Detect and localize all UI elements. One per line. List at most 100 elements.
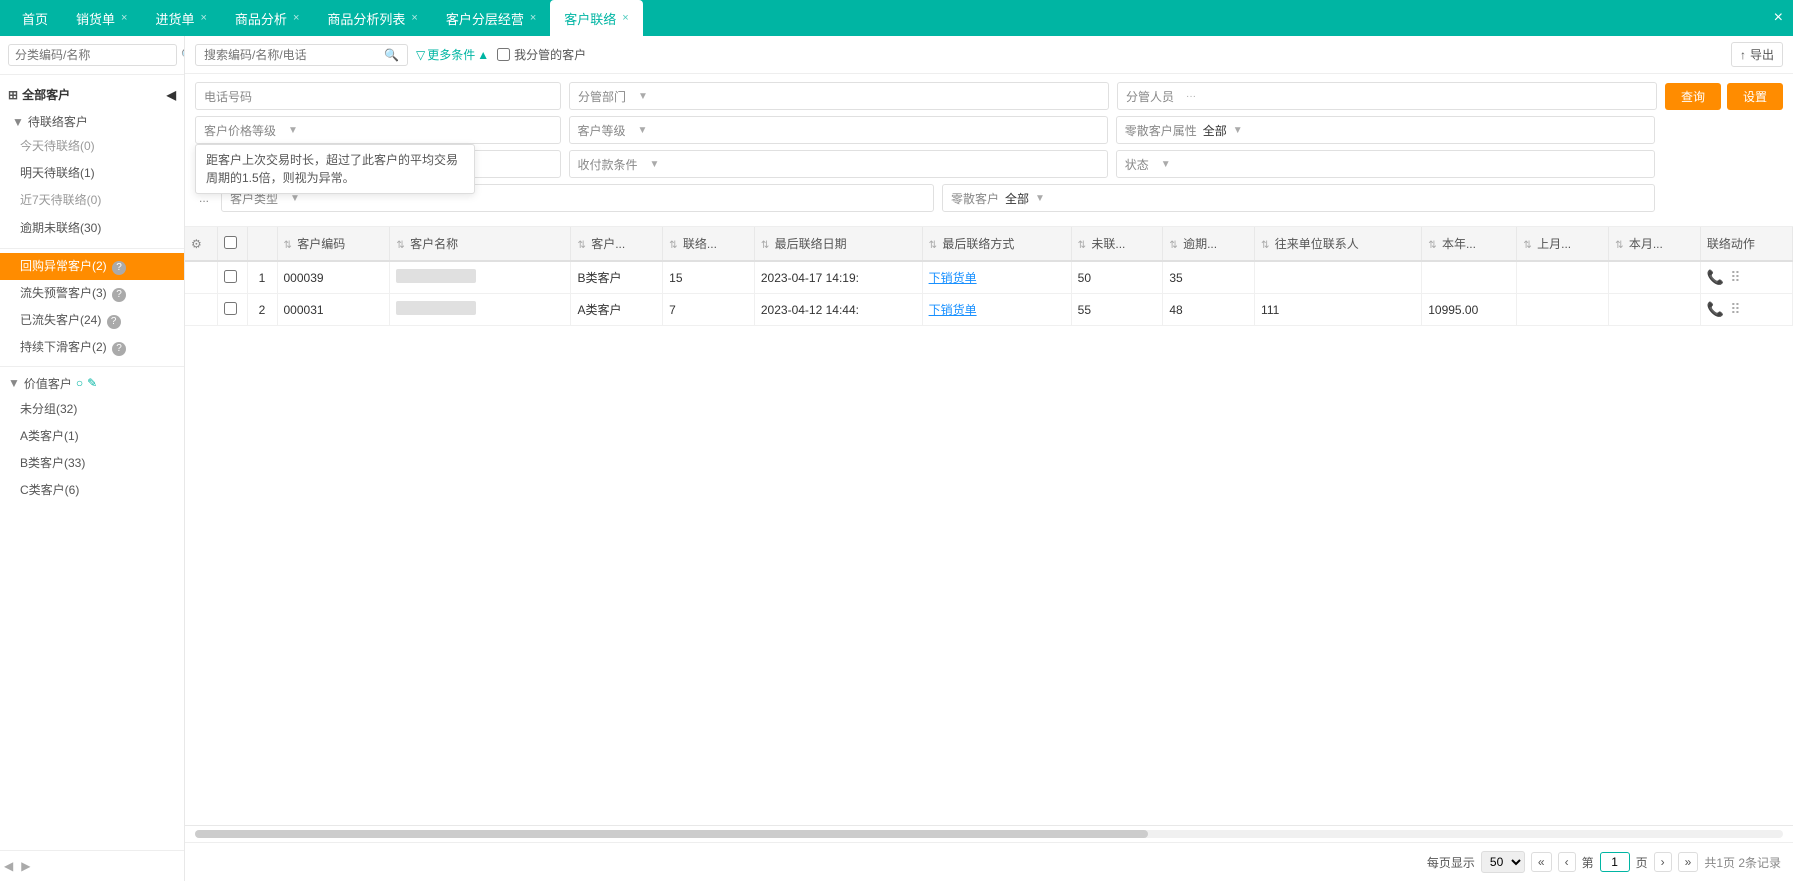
sidebar-item-a-class[interactable]: A类客户(1) (0, 423, 184, 450)
more-icon-1[interactable]: ⠿ (1730, 269, 1740, 286)
sidebar-group-value-title[interactable]: ▼ 价值客户 ○ ✎ (0, 371, 184, 396)
query-button[interactable]: 查询 (1665, 83, 1721, 110)
filter-phone[interactable]: 电话号码 (195, 82, 561, 110)
last-page-button[interactable]: » (1678, 852, 1699, 872)
row-checkbox-2[interactable] (224, 302, 237, 315)
sidebar-item-c-class[interactable]: C类客户(6) (0, 477, 184, 504)
sidebar-item-7days[interactable]: 近7天待联络(0) (0, 187, 184, 214)
filter-retail-attr[interactable]: 零散客户属性 全部 ▼ (1116, 116, 1655, 144)
settings-button[interactable]: 设置 (1727, 83, 1783, 110)
next-page-button[interactable]: › (1654, 852, 1672, 872)
sidebar-item-already-lost[interactable]: 已流失客户(24) ? (0, 307, 184, 334)
th-related-person[interactable]: 往来单位联系人 (1255, 227, 1422, 261)
page-label: 第 (1582, 854, 1594, 871)
last-method-link-1[interactable]: 下销货单 (929, 271, 977, 285)
tab-product-analysis[interactable]: 商品分析 × (221, 0, 313, 36)
close-icon[interactable]: × (411, 12, 417, 24)
last-method-link-2[interactable]: 下销货单 (929, 303, 977, 317)
help-icon-3[interactable]: ? (107, 315, 121, 329)
collapse-icon[interactable]: ◀ (167, 88, 176, 102)
filter-dept[interactable]: 分管部门 ▼ (569, 82, 1109, 110)
more-filter-button[interactable]: ▽ 更多条件 ▲ (416, 46, 489, 63)
sidebar-item-all-customers[interactable]: ⊞ 全部客户 ◀ (0, 81, 184, 108)
td-checkbox-1 (217, 261, 247, 294)
tab-sales-order[interactable]: 销货单 × (62, 0, 141, 36)
filter-customer-level[interactable]: 客户等级 ▼ (569, 116, 1108, 144)
row-checkbox-1[interactable] (224, 270, 237, 283)
td-overdue-2: 48 (1163, 294, 1255, 326)
close-icon[interactable]: × (293, 12, 299, 24)
help-icon[interactable]: ? (112, 261, 126, 275)
close-all-tabs-button[interactable]: × (1774, 9, 1783, 27)
th-name[interactable]: 客户名称 (390, 227, 571, 261)
action-icons-2: 📞 ⠿ (1707, 301, 1786, 318)
th-this-month[interactable]: 本月... (1609, 227, 1701, 261)
name-blurred-2 (396, 301, 476, 315)
filter-status[interactable]: 状态 ▼ (1116, 150, 1655, 178)
sidebar-item-unclassified[interactable]: 未分组(32) (0, 396, 184, 423)
tab-home[interactable]: 首页 (8, 0, 62, 36)
my-customer-checkbox-label[interactable]: 我分管的客户 (497, 46, 586, 63)
th-uncontacted[interactable]: 未联... (1071, 227, 1163, 261)
help-icon-2[interactable]: ? (112, 288, 126, 302)
th-this-year[interactable]: 本年... (1422, 227, 1517, 261)
sidebar-left-arrow[interactable]: ◀ (0, 855, 17, 877)
sidebar-search-input[interactable] (8, 44, 177, 66)
table-area: ⚙ 客户编码 客户名称 客户... (185, 227, 1793, 825)
tab-customer-contact[interactable]: 客户联络 × (550, 0, 642, 36)
close-icon[interactable]: × (121, 12, 127, 24)
current-page-input[interactable] (1600, 852, 1630, 872)
filter-retail-customer[interactable]: 零散客户 全部 ▼ (942, 184, 1655, 212)
close-icon[interactable]: × (622, 12, 628, 24)
search-icon[interactable]: 🔍 (384, 48, 399, 62)
phone-icon-1[interactable]: 📞 (1707, 269, 1724, 286)
close-icon[interactable]: × (200, 12, 206, 24)
close-icon[interactable]: × (530, 12, 536, 24)
prev-page-button[interactable]: ‹ (1558, 852, 1576, 872)
td-checkbox-2 (217, 294, 247, 326)
th-type[interactable]: 客户... (571, 227, 663, 261)
sidebar-group-pending-title[interactable]: ▼ 待联络客户 (0, 110, 184, 133)
th-last-date[interactable]: 最后联络日期 (754, 227, 922, 261)
sidebar-item-today[interactable]: 今天待联络(0) (0, 133, 184, 160)
sidebar-item-lost-risk[interactable]: 流失预警客户(3) ? (0, 280, 184, 307)
more-icon-2[interactable]: ⠿ (1730, 301, 1740, 318)
th-overdue[interactable]: 逾期... (1163, 227, 1255, 261)
sidebar-item-repurchase-abnormal[interactable]: 回购异常客户(2) ? (0, 253, 184, 280)
help-icon-4[interactable]: ? (112, 342, 126, 356)
th-last-month[interactable]: 上月... (1517, 227, 1609, 261)
sidebar-item-tomorrow[interactable]: 明天待联络(1) (0, 160, 184, 187)
td-related-2: 111 (1255, 294, 1422, 326)
tab-customer-tier[interactable]: 客户分层经营 × (432, 0, 550, 36)
phone-icon-2[interactable]: 📞 (1707, 301, 1724, 318)
table-row: 2 000031 A类客户 7 (185, 294, 1793, 326)
per-page-select[interactable]: 50 (1481, 851, 1525, 873)
tab-purchase-order[interactable]: 进货单 × (141, 0, 220, 36)
settings-icon-small[interactable]: ✎ (87, 376, 97, 390)
my-customer-checkbox[interactable] (497, 48, 510, 61)
th-contact[interactable]: 联络... (663, 227, 755, 261)
td-last-method-2: 下销货单 (922, 294, 1071, 326)
th-last-method[interactable]: 最后联络方式 (922, 227, 1071, 261)
sidebar-item-b-class[interactable]: B类客户(33) (0, 450, 184, 477)
filter-payment[interactable]: 收付款条件 ▼ (569, 150, 1108, 178)
sidebar-item-declining[interactable]: 持续下滑客户(2) ? (0, 334, 184, 361)
table-settings-icon[interactable]: ⚙ (191, 237, 202, 251)
select-all-checkbox[interactable] (224, 236, 237, 249)
filter-person[interactable]: 分管人员 ··· (1117, 82, 1657, 110)
search-input[interactable] (204, 48, 384, 62)
filter-icon: ▽ (416, 48, 425, 62)
sidebar-divider-2 (0, 366, 184, 367)
advanced-filter: 电话号码 分管部门 ▼ 分管人员 ··· 查询 设置 (185, 74, 1793, 227)
sidebar-item-overdue[interactable]: 逾期未联络(30) (0, 215, 184, 242)
tab-product-analysis-list[interactable]: 商品分析列表 × (313, 0, 431, 36)
sidebar-group-pending: ▼ 待联络客户 今天待联络(0) 明天待联络(1) 近7天待联络(0) 逾期未联… (0, 108, 184, 244)
td-overdue-1: 35 (1163, 261, 1255, 294)
filter-price-level[interactable]: 客户价格等级 ▼ (195, 116, 561, 144)
first-page-button[interactable]: « (1531, 852, 1552, 872)
th-code[interactable]: 客户编码 (277, 227, 390, 261)
horizontal-scrollbar[interactable] (185, 825, 1793, 842)
edit-icon[interactable]: ○ (76, 376, 83, 390)
export-button[interactable]: ↑ 导出 (1731, 42, 1783, 67)
sidebar-right-arrow[interactable]: ▶ (17, 855, 34, 877)
